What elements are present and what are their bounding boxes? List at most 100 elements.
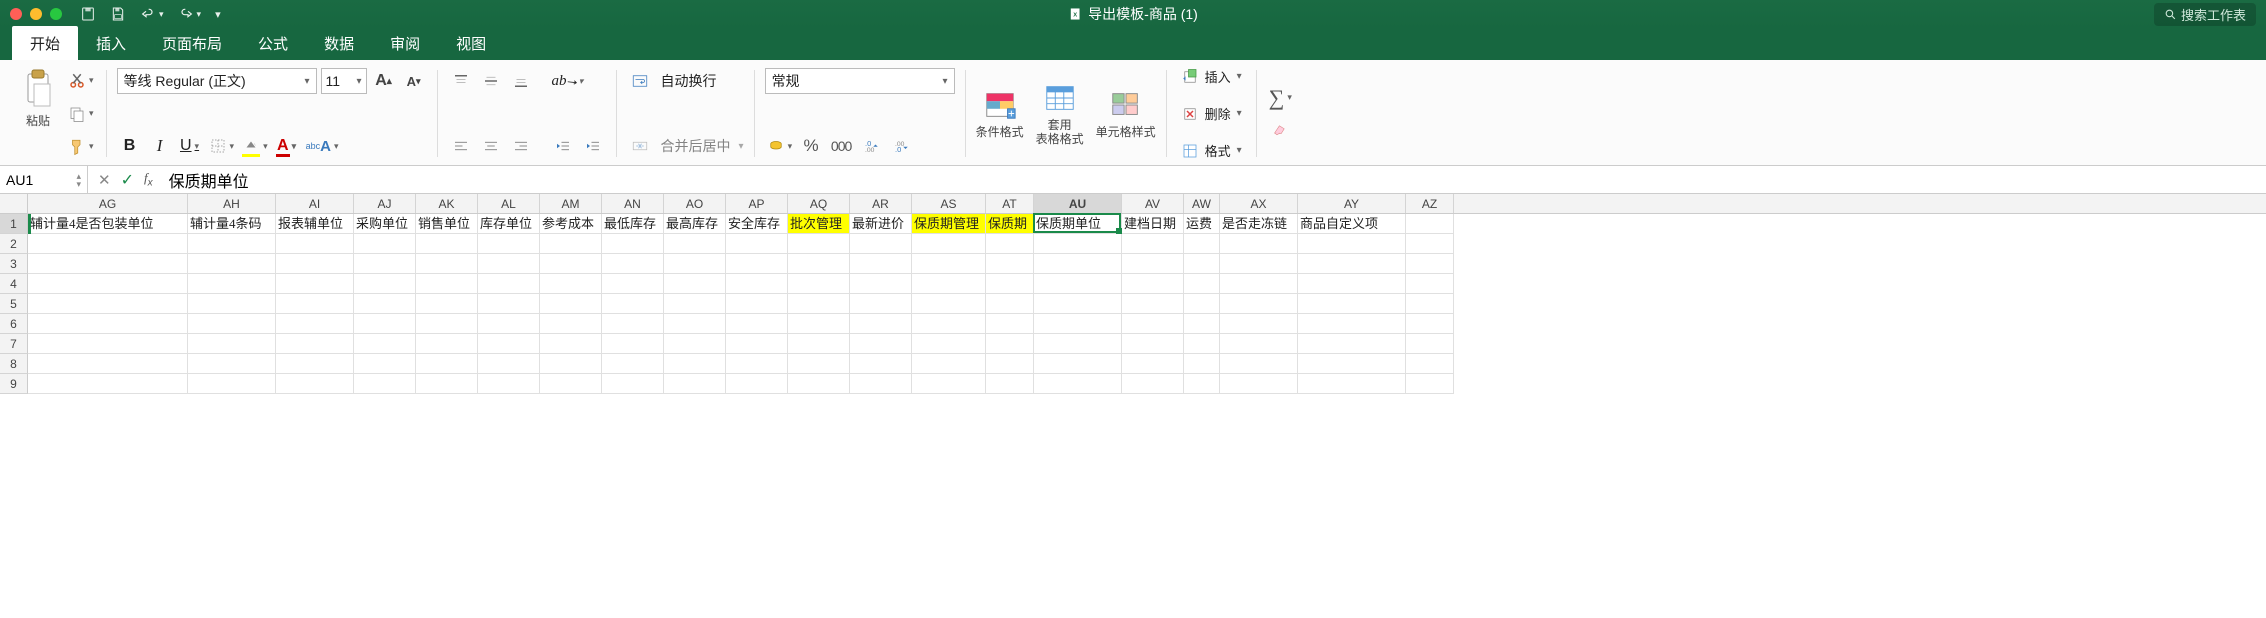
cell-AO6[interactable] xyxy=(664,314,726,334)
enter-formula-button[interactable]: ✓ xyxy=(121,170,134,190)
comma-button[interactable]: 000 xyxy=(828,133,854,159)
col-header-AQ[interactable]: AQ xyxy=(788,194,850,213)
cell-AG9[interactable] xyxy=(28,374,188,394)
col-header-AO[interactable]: AO xyxy=(664,194,726,213)
cell-AU1[interactable]: 保质期单位 xyxy=(1034,214,1122,234)
cell-AH9[interactable] xyxy=(188,374,276,394)
cell-AW6[interactable] xyxy=(1184,314,1220,334)
phonetic-button[interactable]: abcA xyxy=(304,133,341,159)
cell-AJ5[interactable] xyxy=(354,294,416,314)
cell-AH2[interactable] xyxy=(188,234,276,254)
cell-AN1[interactable]: 最低库存 xyxy=(602,214,664,234)
cell-AQ8[interactable] xyxy=(788,354,850,374)
cell-AN2[interactable] xyxy=(602,234,664,254)
cancel-formula-button[interactable]: ✕ xyxy=(98,171,111,189)
cell-AJ8[interactable] xyxy=(354,354,416,374)
cell-AV1[interactable]: 建档日期 xyxy=(1122,214,1184,234)
cell-AM3[interactable] xyxy=(540,254,602,274)
col-header-AJ[interactable]: AJ xyxy=(354,194,416,213)
autosum-button[interactable]: ∑ xyxy=(1267,85,1294,111)
cell-AP3[interactable] xyxy=(726,254,788,274)
cell-AX8[interactable] xyxy=(1220,354,1298,374)
col-header-AV[interactable]: AV xyxy=(1122,194,1184,213)
cell-AQ7[interactable] xyxy=(788,334,850,354)
cell-AW7[interactable] xyxy=(1184,334,1220,354)
col-header-AY[interactable]: AY xyxy=(1298,194,1406,213)
cell-AM6[interactable] xyxy=(540,314,602,334)
insert-menu[interactable]: 插入▾ xyxy=(1177,66,1246,87)
cell-AK9[interactable] xyxy=(416,374,478,394)
cell-AH1[interactable]: 辅计量4条码 xyxy=(188,214,276,234)
orientation-button[interactable]: ab↗ xyxy=(550,68,586,94)
cell-AS7[interactable] xyxy=(912,334,986,354)
cell-AX3[interactable] xyxy=(1220,254,1298,274)
tab-6[interactable]: 视图 xyxy=(438,26,504,60)
align-top-button[interactable] xyxy=(448,68,474,94)
cell-AV6[interactable] xyxy=(1122,314,1184,334)
row-header-3[interactable]: 3 xyxy=(0,254,28,274)
italic-button[interactable]: I xyxy=(147,133,173,159)
maximize-window-button[interactable] xyxy=(50,8,62,20)
cell-AZ4[interactable] xyxy=(1406,274,1454,294)
cell-AS9[interactable] xyxy=(912,374,986,394)
cell-AR2[interactable] xyxy=(850,234,912,254)
row-header-7[interactable]: 7 xyxy=(0,334,28,354)
cell-AT8[interactable] xyxy=(986,354,1034,374)
cell-styles-button[interactable]: 单元格样式 xyxy=(1096,88,1156,139)
cell-AL6[interactable] xyxy=(478,314,540,334)
cell-AZ3[interactable] xyxy=(1406,254,1454,274)
cell-AW9[interactable] xyxy=(1184,374,1220,394)
cell-AL2[interactable] xyxy=(478,234,540,254)
cell-AX1[interactable]: 是否走冻链 xyxy=(1220,214,1298,234)
cell-AI8[interactable] xyxy=(276,354,354,374)
font-size-select[interactable]: 11▾ xyxy=(321,68,367,94)
cell-AJ1[interactable]: 采购单位 xyxy=(354,214,416,234)
cell-AM9[interactable] xyxy=(540,374,602,394)
cell-AK3[interactable] xyxy=(416,254,478,274)
cell-AM2[interactable] xyxy=(540,234,602,254)
cells-area[interactable]: 辅计量4是否包装单位辅计量4条码报表辅单位采购单位销售单位库存单位参考成本最低库… xyxy=(28,214,2266,394)
cell-AQ4[interactable] xyxy=(788,274,850,294)
row-header-1[interactable]: 1 xyxy=(0,214,28,234)
cell-AG1[interactable]: 辅计量4是否包装单位 xyxy=(28,214,188,234)
cell-AH6[interactable] xyxy=(188,314,276,334)
col-header-AU[interactable]: AU xyxy=(1034,194,1122,213)
cell-AT9[interactable] xyxy=(986,374,1034,394)
cell-AI5[interactable] xyxy=(276,294,354,314)
tab-2[interactable]: 页面布局 xyxy=(144,26,240,60)
cell-AZ8[interactable] xyxy=(1406,354,1454,374)
cell-AY4[interactable] xyxy=(1298,274,1406,294)
cell-AH7[interactable] xyxy=(188,334,276,354)
align-middle-button[interactable] xyxy=(478,68,504,94)
cell-AI6[interactable] xyxy=(276,314,354,334)
cell-AP8[interactable] xyxy=(726,354,788,374)
cell-AU8[interactable] xyxy=(1034,354,1122,374)
cell-AR8[interactable] xyxy=(850,354,912,374)
cell-AP2[interactable] xyxy=(726,234,788,254)
cell-AG3[interactable] xyxy=(28,254,188,274)
cell-AU4[interactable] xyxy=(1034,274,1122,294)
cell-AT4[interactable] xyxy=(986,274,1034,294)
cell-AK6[interactable] xyxy=(416,314,478,334)
cell-AY1[interactable]: 商品自定义项 xyxy=(1298,214,1406,234)
cell-AR6[interactable] xyxy=(850,314,912,334)
cell-AI7[interactable] xyxy=(276,334,354,354)
cell-AN9[interactable] xyxy=(602,374,664,394)
cell-AX6[interactable] xyxy=(1220,314,1298,334)
format-painter-button[interactable] xyxy=(66,134,96,160)
cell-AR4[interactable] xyxy=(850,274,912,294)
col-header-AK[interactable]: AK xyxy=(416,194,478,213)
currency-button[interactable] xyxy=(765,133,795,159)
cell-AS6[interactable] xyxy=(912,314,986,334)
save-icon[interactable] xyxy=(110,6,126,22)
cell-AX5[interactable] xyxy=(1220,294,1298,314)
format-menu[interactable]: 格式▾ xyxy=(1177,140,1246,161)
row-header-4[interactable]: 4 xyxy=(0,274,28,294)
cell-AU5[interactable] xyxy=(1034,294,1122,314)
cell-AQ9[interactable] xyxy=(788,374,850,394)
qat-customize[interactable]: ▾ xyxy=(215,8,221,21)
col-header-AZ[interactable]: AZ xyxy=(1406,194,1454,213)
cell-AG8[interactable] xyxy=(28,354,188,374)
cell-AG5[interactable] xyxy=(28,294,188,314)
cell-AP7[interactable] xyxy=(726,334,788,354)
